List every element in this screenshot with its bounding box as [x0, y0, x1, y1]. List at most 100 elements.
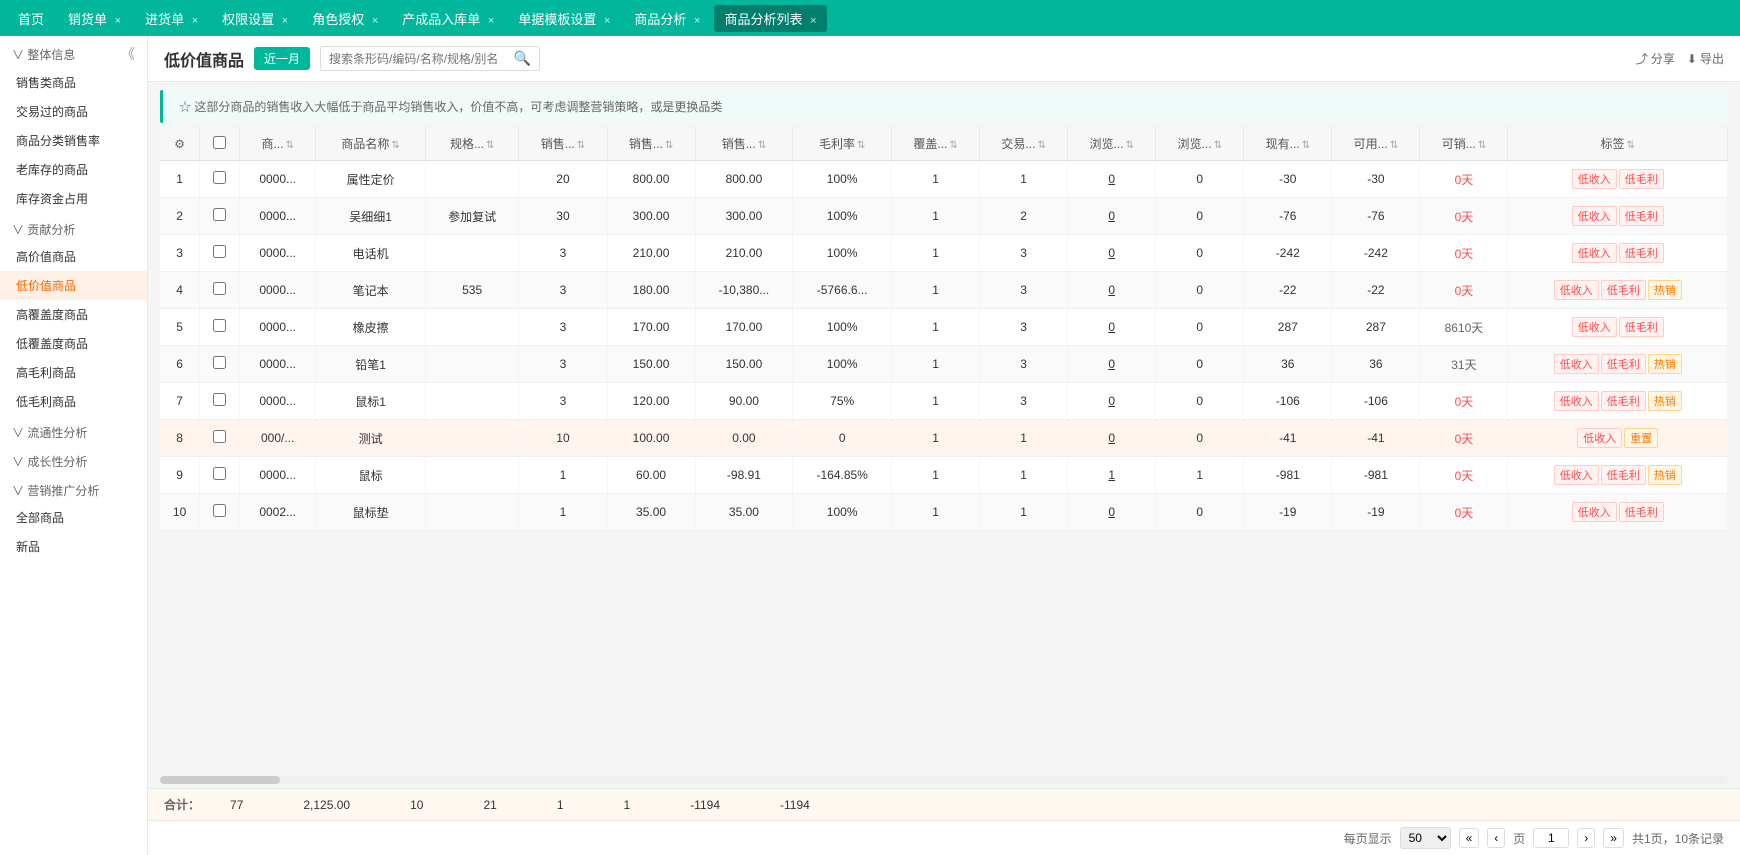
nav-analysis-list[interactable]: 商品分析列表 ×: [714, 5, 826, 32]
cell-checkbox[interactable]: [200, 198, 240, 235]
row-checkbox-4[interactable]: [213, 319, 226, 332]
row-checkbox-5[interactable]: [213, 356, 226, 369]
cell-checkbox[interactable]: [200, 235, 240, 272]
col-trade[interactable]: 交易...⇅: [980, 127, 1068, 161]
sidebar-item-old-stock[interactable]: 老库存的商品: [0, 155, 147, 184]
cell-browse1[interactable]: 0: [1068, 383, 1156, 420]
close-permissions-icon[interactable]: ×: [282, 15, 288, 27]
row-checkbox-8[interactable]: [213, 467, 226, 480]
share-button[interactable]: ⤴ 分享: [1636, 50, 1675, 67]
browse1-link[interactable]: 0: [1108, 320, 1115, 334]
col-s1[interactable]: 销售...⇅: [519, 127, 607, 161]
sidebar-item-high-value[interactable]: 高价值商品: [0, 242, 147, 271]
sidebar-item-low-coverage[interactable]: 低覆盖度商品: [0, 329, 147, 358]
cell-browse1[interactable]: 0: [1068, 420, 1156, 457]
row-checkbox-3[interactable]: [213, 282, 226, 295]
nav-permissions[interactable]: 权限设置 ×: [212, 5, 298, 32]
browse1-link[interactable]: 0: [1108, 394, 1115, 408]
col-settings[interactable]: ⚙: [160, 127, 200, 161]
cell-checkbox[interactable]: [200, 272, 240, 309]
sidebar-group-marketing[interactable]: ∨ 营销推广分析: [0, 474, 147, 503]
search-input[interactable]: [329, 52, 510, 66]
col-name[interactable]: 商品名称⇅: [316, 127, 426, 161]
col-gross[interactable]: 毛利率⇅: [793, 127, 892, 161]
row-checkbox-6[interactable]: [213, 393, 226, 406]
browse1-link[interactable]: 0: [1108, 357, 1115, 371]
row-checkbox-1[interactable]: [213, 208, 226, 221]
close-analysis-list-icon[interactable]: ×: [810, 15, 816, 27]
cell-checkbox[interactable]: [200, 161, 240, 198]
nav-product-analysis[interactable]: 商品分析 ×: [624, 5, 710, 32]
col-code[interactable]: 商...⇅: [240, 127, 316, 161]
nav-template[interactable]: 单据模板设置 ×: [508, 5, 620, 32]
nav-sales[interactable]: 销货单 ×: [58, 5, 131, 32]
row-checkbox-2[interactable]: [213, 245, 226, 258]
cell-checkbox[interactable]: [200, 346, 240, 383]
sidebar-group-growth[interactable]: ∨ 成长性分析: [0, 445, 147, 474]
browse1-link[interactable]: 0: [1108, 209, 1115, 223]
nav-home[interactable]: 首页: [8, 5, 54, 32]
last-page-button[interactable]: »: [1603, 828, 1624, 848]
col-stock3[interactable]: 可销...⇅: [1420, 127, 1508, 161]
cell-browse1[interactable]: 0: [1068, 235, 1156, 272]
col-stock2[interactable]: 可用...⇅: [1332, 127, 1420, 161]
select-all-checkbox[interactable]: [213, 136, 226, 149]
close-roles-icon[interactable]: ×: [372, 15, 378, 27]
col-stock1[interactable]: 现有...⇅: [1244, 127, 1332, 161]
per-page-select[interactable]: 50 100 200: [1400, 827, 1451, 849]
scrollbar-thumb[interactable]: [160, 776, 280, 784]
cell-checkbox[interactable]: [200, 494, 240, 531]
close-purchase-icon[interactable]: ×: [192, 15, 198, 27]
col-browse1[interactable]: 浏览...⇅: [1068, 127, 1156, 161]
collapse-overall-icon[interactable]: 《: [121, 44, 135, 64]
col-s2[interactable]: 销售...⇅: [607, 127, 695, 161]
nav-roles[interactable]: 角色授权 ×: [302, 5, 388, 32]
close-template-icon[interactable]: ×: [604, 15, 610, 27]
sidebar-item-low-margin[interactable]: 低毛利商品: [0, 387, 147, 416]
next-page-button[interactable]: ›: [1577, 828, 1595, 848]
sidebar-group-contribution[interactable]: ∨ 贡献分析: [0, 213, 147, 242]
cell-browse1[interactable]: 0: [1068, 346, 1156, 383]
sidebar-group-circulation[interactable]: ∨ 流通性分析: [0, 416, 147, 445]
search-icon[interactable]: 🔍: [514, 50, 531, 67]
period-button[interactable]: 近一月: [254, 47, 310, 70]
browse1-link[interactable]: 0: [1108, 172, 1115, 186]
col-tags[interactable]: 标签⇅: [1508, 127, 1728, 161]
sidebar-item-stock-capital[interactable]: 库存资金占用: [0, 184, 147, 213]
sidebar-item-category-sales-rate[interactable]: 商品分类销售率: [0, 126, 147, 155]
browse1-link[interactable]: 0: [1108, 431, 1115, 445]
first-page-button[interactable]: «: [1459, 828, 1480, 848]
cell-browse1[interactable]: 0: [1068, 272, 1156, 309]
cell-browse1[interactable]: 0: [1068, 198, 1156, 235]
row-checkbox-0[interactable]: [213, 171, 226, 184]
row-checkbox-9[interactable]: [213, 504, 226, 517]
sidebar-item-all-products[interactable]: 全部商品: [0, 503, 147, 532]
sidebar-item-high-margin[interactable]: 高毛利商品: [0, 358, 147, 387]
sidebar-item-new-products[interactable]: 新品: [0, 532, 147, 561]
col-s3[interactable]: 销售...⇅: [695, 127, 793, 161]
cell-checkbox[interactable]: [200, 309, 240, 346]
cell-browse1[interactable]: 0: [1068, 494, 1156, 531]
sidebar-item-high-coverage[interactable]: 高覆盖度商品: [0, 300, 147, 329]
col-checkbox[interactable]: [200, 127, 240, 161]
cell-checkbox[interactable]: [200, 457, 240, 494]
row-checkbox-7[interactable]: [213, 430, 226, 443]
browse1-link[interactable]: 0: [1108, 283, 1115, 297]
close-sales-icon[interactable]: ×: [115, 15, 121, 27]
col-cover[interactable]: 覆盖...⇅: [892, 127, 980, 161]
close-analysis-icon[interactable]: ×: [694, 15, 700, 27]
page-input[interactable]: [1533, 828, 1569, 848]
prev-page-button[interactable]: ‹: [1487, 828, 1505, 848]
nav-warehouse[interactable]: 产成品入库单 ×: [392, 5, 504, 32]
col-browse2[interactable]: 浏览...⇅: [1156, 127, 1244, 161]
browse1-link[interactable]: 0: [1108, 246, 1115, 260]
cell-browse1[interactable]: 0: [1068, 161, 1156, 198]
browse1-link[interactable]: 1: [1108, 468, 1115, 482]
cell-browse1[interactable]: 1: [1068, 457, 1156, 494]
close-warehouse-icon[interactable]: ×: [488, 15, 494, 27]
sidebar-item-low-value[interactable]: 低价值商品: [0, 271, 147, 300]
sidebar-item-sales-products[interactable]: 销售类商品: [0, 68, 147, 97]
sidebar-item-traded-products[interactable]: 交易过的商品: [0, 97, 147, 126]
col-spec[interactable]: 规格...⇅: [425, 127, 519, 161]
browse1-link[interactable]: 0: [1108, 505, 1115, 519]
